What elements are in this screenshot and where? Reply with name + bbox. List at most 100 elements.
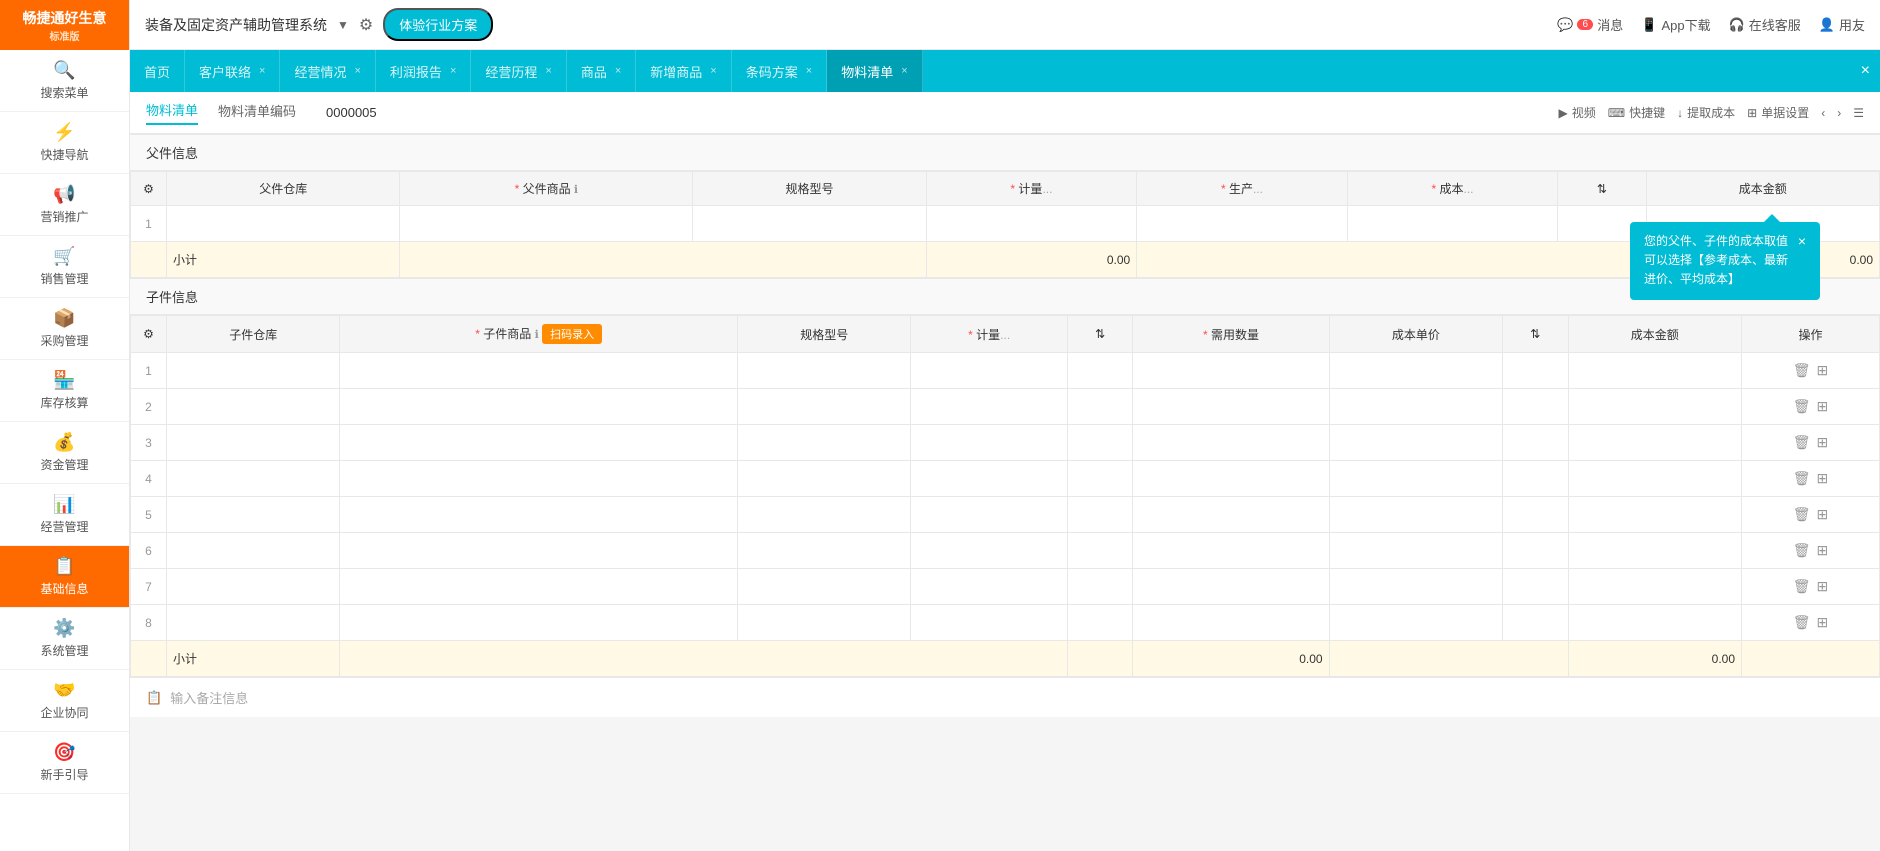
child-cell-spec-6[interactable] <box>738 533 911 569</box>
child-cell-warehouse-7[interactable] <box>167 569 340 605</box>
delete-icon-7[interactable]: 🗑 <box>1793 578 1811 595</box>
tab-goods[interactable]: 商品 × <box>567 50 636 92</box>
delete-icon-3[interactable]: 🗑 <box>1793 434 1811 451</box>
sidebar-item-purchase[interactable]: 📦 采购管理 <box>0 298 129 360</box>
tab-biz-close[interactable]: × <box>545 65 551 77</box>
trial-button[interactable]: 体验行业方案 <box>383 8 493 41</box>
child-cell-spec-3[interactable] <box>738 425 911 461</box>
sidebar-item-basic-info[interactable]: 📋 基础信息 <box>0 546 129 608</box>
child-cell-spec-5[interactable] <box>738 497 911 533</box>
child-cell-goods-7[interactable] <box>340 569 738 605</box>
parent-col-settings[interactable]: ⚙ <box>131 172 167 206</box>
child-col-sort[interactable]: ⇅ <box>1067 316 1133 353</box>
child-cell-req-qty-6[interactable] <box>1133 533 1329 569</box>
online-service-item[interactable]: 🎧 在线客服 <box>1729 15 1801 34</box>
child-cell-spec-2[interactable] <box>738 389 911 425</box>
child-cell-spec-8[interactable] <box>738 605 911 641</box>
tab-barcode-close[interactable]: × <box>806 65 812 77</box>
delete-icon-1[interactable]: 🗑 <box>1793 362 1811 379</box>
extract-cost-btn[interactable]: ↓ 提取成本 <box>1677 104 1735 121</box>
copy-icon-1[interactable]: ⊞ <box>1817 362 1829 379</box>
parent-cell-goods-1[interactable] <box>400 206 693 242</box>
child-cell-cost-unit-8[interactable] <box>1329 605 1502 641</box>
shortcut-btn[interactable]: ⌨ 快捷键 <box>1608 104 1665 121</box>
close-all-tabs[interactable]: × <box>1851 50 1880 92</box>
parent-cell-unit-1[interactable] <box>926 206 1137 242</box>
child-cell-warehouse-6[interactable] <box>167 533 340 569</box>
child-cell-spec-1[interactable] <box>738 353 911 389</box>
tab-ops-status[interactable]: 经营情况 × <box>280 50 375 92</box>
settings-icon[interactable]: ⚙ <box>359 15 373 35</box>
tab-customer[interactable]: 客户联络 × <box>185 50 280 92</box>
child-cell-warehouse-2[interactable] <box>167 389 340 425</box>
tooltip-close-btn[interactable]: × <box>1798 230 1806 252</box>
tab-bom-close[interactable]: × <box>901 65 907 77</box>
child-cell-goods-3[interactable] <box>340 425 738 461</box>
child-cell-goods-8[interactable] <box>340 605 738 641</box>
child-cell-unit-3[interactable] <box>911 425 1067 461</box>
parent-col-sort[interactable]: ⇅ <box>1558 172 1646 206</box>
parent-cell-production-1[interactable] <box>1137 206 1348 242</box>
parent-cell-warehouse-1[interactable] <box>167 206 400 242</box>
child-cell-unit-5[interactable] <box>911 497 1067 533</box>
child-cell-req-qty-8[interactable] <box>1133 605 1329 641</box>
view-btn[interactable]: ▶ 视频 <box>1559 104 1596 121</box>
child-cell-unit-7[interactable] <box>911 569 1067 605</box>
child-cell-goods-1[interactable] <box>340 353 738 389</box>
copy-icon-5[interactable]: ⊞ <box>1817 506 1829 523</box>
parent-cell-spec-1[interactable] <box>693 206 926 242</box>
child-cell-goods-2[interactable] <box>340 389 738 425</box>
sidebar-item-sales[interactable]: 🛒 销售管理 <box>0 236 129 298</box>
sidebar-item-finance[interactable]: 💰 资金管理 <box>0 422 129 484</box>
tab-biz-history[interactable]: 经营历程 × <box>471 50 566 92</box>
child-cell-req-qty-7[interactable] <box>1133 569 1329 605</box>
sidebar-item-guide[interactable]: 🎯 新手引导 <box>0 732 129 794</box>
child-cell-cost-unit-1[interactable] <box>1329 353 1502 389</box>
child-cell-goods-6[interactable] <box>340 533 738 569</box>
child-col-settings[interactable]: ⚙ <box>131 316 167 353</box>
tab-new-goods-close[interactable]: × <box>710 65 716 77</box>
tab-profit-close[interactable]: × <box>450 65 456 77</box>
tab-new-goods[interactable]: 新增商品 × <box>636 50 731 92</box>
child-cell-warehouse-4[interactable] <box>167 461 340 497</box>
sidebar-item-marketing[interactable]: 📢 营销推广 <box>0 174 129 236</box>
sidebar-item-system[interactable]: ⚙️ 系统管理 <box>0 608 129 670</box>
sidebar-item-collab[interactable]: 🤝 企业协同 <box>0 670 129 732</box>
tab-profit[interactable]: 利润报告 × <box>376 50 471 92</box>
copy-icon-7[interactable]: ⊞ <box>1817 578 1829 595</box>
child-cell-req-qty-1[interactable] <box>1133 353 1329 389</box>
delete-icon-5[interactable]: 🗑 <box>1793 506 1811 523</box>
child-cell-req-qty-3[interactable] <box>1133 425 1329 461</box>
child-cell-warehouse-1[interactable] <box>167 353 340 389</box>
child-cell-cost-unit-4[interactable] <box>1329 461 1502 497</box>
child-col-sort2[interactable]: ⇅ <box>1503 316 1569 353</box>
sidebar-item-operations[interactable]: 📊 经营管理 <box>0 484 129 546</box>
child-cell-spec-7[interactable] <box>738 569 911 605</box>
child-cell-unit-8[interactable] <box>911 605 1067 641</box>
tab-ops-close[interactable]: × <box>354 65 360 77</box>
message-item[interactable]: 💬 6 消息 <box>1557 15 1623 34</box>
tab-barcode[interactable]: 条码方案 × <box>732 50 827 92</box>
tab-goods-close[interactable]: × <box>615 65 621 77</box>
sidebar-item-search[interactable]: 🔍 搜索菜单 <box>0 50 129 112</box>
child-cell-warehouse-5[interactable] <box>167 497 340 533</box>
sub-tab-bom-list[interactable]: 物料清单 <box>146 100 198 125</box>
copy-icon-6[interactable]: ⊞ <box>1817 542 1829 559</box>
tab-customer-close[interactable]: × <box>259 65 265 77</box>
note-label[interactable]: 输入备注信息 <box>170 688 248 707</box>
tab-bom[interactable]: 物料清单 × <box>827 50 922 92</box>
child-cell-cost-unit-5[interactable] <box>1329 497 1502 533</box>
copy-icon-3[interactable]: ⊞ <box>1817 434 1829 451</box>
child-cell-spec-4[interactable] <box>738 461 911 497</box>
nav-next-icon[interactable]: › <box>1837 106 1841 120</box>
child-cell-cost-unit-3[interactable] <box>1329 425 1502 461</box>
parent-cell-cost-1[interactable] <box>1347 206 1558 242</box>
child-cell-unit-2[interactable] <box>911 389 1067 425</box>
app-download-item[interactable]: 📱 App下载 <box>1641 15 1710 34</box>
child-cell-req-qty-2[interactable] <box>1133 389 1329 425</box>
sub-tab-bom-code-label[interactable]: 物料清单编码 <box>218 101 296 124</box>
system-dropdown-icon[interactable]: ▼ <box>337 18 349 32</box>
user-item[interactable]: 👤 用友 <box>1819 15 1865 34</box>
delete-icon-2[interactable]: 🗑 <box>1793 398 1811 415</box>
scan-input-button[interactable]: 扫码录入 <box>542 324 602 344</box>
